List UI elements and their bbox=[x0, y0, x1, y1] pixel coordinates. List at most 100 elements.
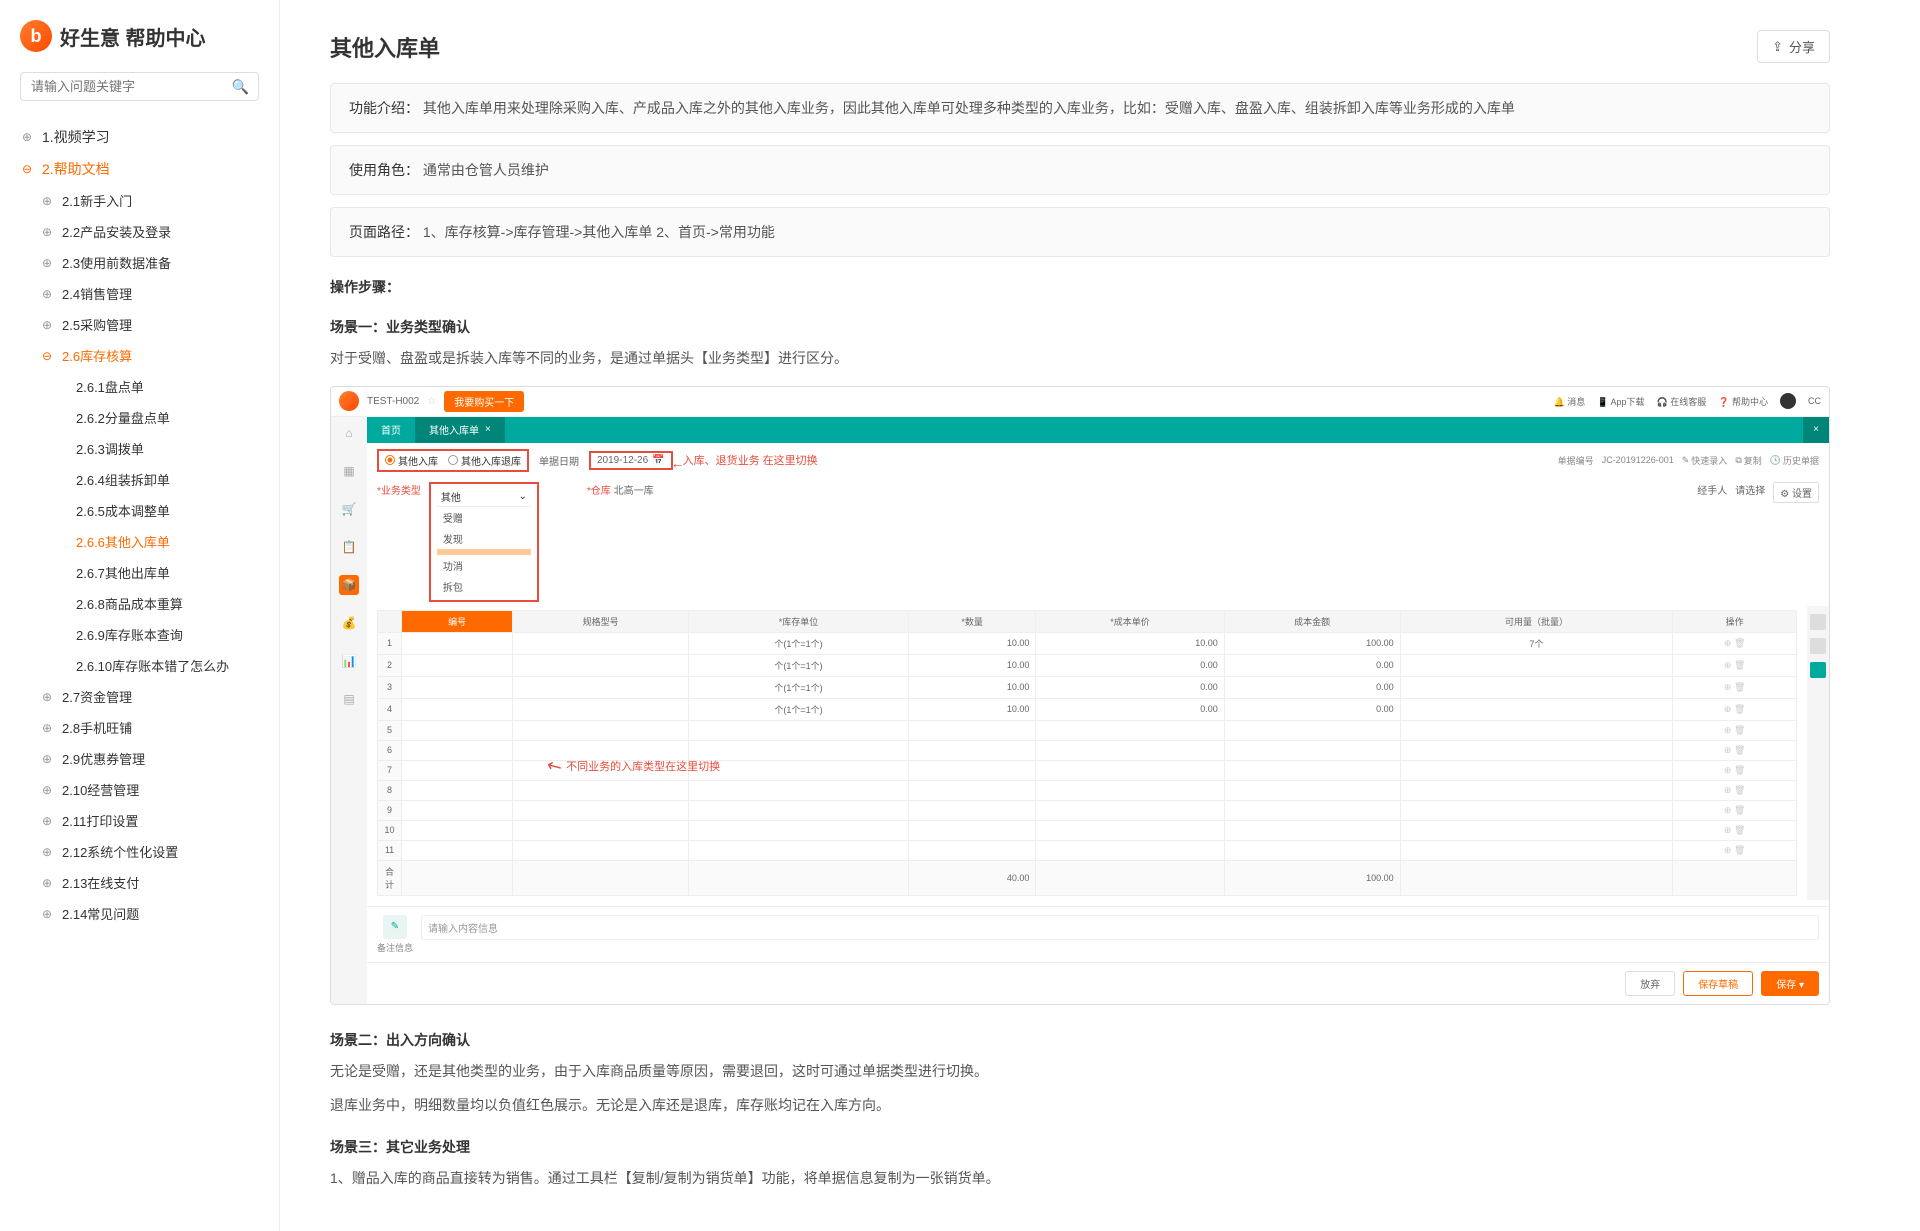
search-input[interactable] bbox=[20, 72, 259, 101]
ss-remark-row: ✎ 备注信息 请输入内容信息 bbox=[367, 906, 1829, 962]
nav-sub-213[interactable]: ⊕2.13在线支付 bbox=[40, 867, 259, 898]
nav-sub-25[interactable]: ⊕2.5采购管理 bbox=[40, 309, 259, 340]
ss-draft-button[interactable]: 保存草稿 bbox=[1683, 971, 1753, 996]
nav-sub-29[interactable]: ⊕2.9优惠券管理 bbox=[40, 743, 259, 774]
nav-sub-24[interactable]: ⊕2.4销售管理 bbox=[40, 278, 259, 309]
ss-top-help[interactable]: ❓ 帮助中心 bbox=[1718, 395, 1768, 408]
row-action-icons[interactable]: ⊕ 🗑 bbox=[1673, 720, 1797, 740]
ss-top-app[interactable]: 📱 App下载 bbox=[1597, 395, 1644, 408]
ss-leftnav: ⌂ ▦ 🛒 📋 📦 💰 📊 ▤ bbox=[331, 417, 367, 1004]
plus-icon: ⊕ bbox=[40, 876, 54, 890]
table-row-empty[interactable]: 11⊕ 🗑 bbox=[378, 840, 1797, 860]
nav-leaf-264[interactable]: 2.6.4组装拆卸单 bbox=[76, 464, 259, 495]
nav-leaf-261[interactable]: 2.6.1盘点单 bbox=[76, 371, 259, 402]
row-action-icons[interactable]: ⊕ 🗑 bbox=[1673, 840, 1797, 860]
ss-dd-opt-2[interactable]: 发现 bbox=[437, 528, 531, 549]
nav-sub-23[interactable]: ⊕2.3使用前数据准备 bbox=[40, 247, 259, 278]
ss-tab-active[interactable]: 其他入库单 × bbox=[415, 417, 505, 443]
nav-sub-22[interactable]: ⊕2.2产品安装及登录 bbox=[40, 216, 259, 247]
scene2-text1: 无论是受赠，还是其他类型的业务，由于入库商品质量等原因，需要退回，这时可通过单据… bbox=[330, 1060, 1830, 1084]
ss-dd-opt-4[interactable]: 拆包 bbox=[437, 576, 531, 597]
ss-biztype-dropdown[interactable]: 其他⌄ 受赠 发现 功消 拆包 bbox=[429, 482, 539, 602]
ss-link-quick[interactable]: ✎快速录入 bbox=[1682, 454, 1728, 467]
row-action-icons[interactable]: ⊕ 🗑 bbox=[1673, 780, 1797, 800]
table-row-empty[interactable]: 8⊕ 🗑 bbox=[378, 780, 1797, 800]
ss-op-val[interactable]: 请选择 bbox=[1735, 482, 1765, 497]
row-action-icons[interactable]: ⊕ 🗑 bbox=[1673, 820, 1797, 840]
ss-radio-return[interactable]: 其他入库退库 bbox=[448, 453, 521, 468]
nav-item-docs[interactable]: ⊖2.帮助文档 bbox=[20, 153, 259, 185]
nav-leaf-269[interactable]: 2.6.9库存账本查询 bbox=[76, 619, 259, 650]
money-icon[interactable]: 💰 bbox=[339, 613, 359, 633]
ss-tab-home[interactable]: 首页 bbox=[367, 417, 415, 443]
close-icon[interactable]: × bbox=[485, 424, 491, 435]
row-action-icons[interactable]: ⊕ 🗑 bbox=[1673, 654, 1797, 676]
table-row[interactable]: 2个(1个=1个)10.000.000.00⊕ 🗑 bbox=[378, 654, 1797, 676]
home-icon[interactable]: ⌂ bbox=[339, 423, 359, 443]
nav-sub-211[interactable]: ⊕2.11打印设置 bbox=[40, 805, 259, 836]
nav-sub-214[interactable]: ⊕2.14常见问题 bbox=[40, 898, 259, 929]
row-action-icons[interactable]: ⊕ 🗑 bbox=[1673, 632, 1797, 654]
grid-icon[interactable]: ▤ bbox=[339, 689, 359, 709]
plus-icon: ⊕ bbox=[40, 690, 54, 704]
ss-settings-button[interactable]: ⚙ 设置 bbox=[1773, 482, 1819, 503]
stock-icon[interactable]: 📦 bbox=[339, 575, 359, 595]
nav-leaf-266[interactable]: 2.6.6其他入库单 bbox=[76, 526, 259, 557]
ss-radio-in[interactable]: 其他入库 bbox=[385, 453, 438, 468]
table-row[interactable]: 1个(1个=1个)10.0010.00100.007个⊕ 🗑 bbox=[378, 632, 1797, 654]
table-row-empty[interactable]: 9⊕ 🗑 bbox=[378, 800, 1797, 820]
row-action-icons[interactable]: ⊕ 🗑 bbox=[1673, 740, 1797, 760]
th-price: *成本单价 bbox=[1036, 610, 1224, 632]
row-action-icons[interactable]: ⊕ 🗑 bbox=[1673, 800, 1797, 820]
nav-sub-212[interactable]: ⊕2.12系统个性化设置 bbox=[40, 836, 259, 867]
nav-sub-210[interactable]: ⊕2.10经营管理 bbox=[40, 774, 259, 805]
box-icon[interactable]: ▦ bbox=[339, 461, 359, 481]
table-row[interactable]: 3个(1个=1个)10.000.000.00⊕ 🗑 bbox=[378, 676, 1797, 698]
nav-leaf-268[interactable]: 2.6.8商品成本重算 bbox=[76, 588, 259, 619]
cart-icon[interactable]: 🛒 bbox=[339, 499, 359, 519]
share-button[interactable]: ⇪ 分享 bbox=[1757, 30, 1830, 63]
ss-link-copy[interactable]: ⧉复制 bbox=[1735, 454, 1761, 467]
ss-link-history[interactable]: 🕓历史单据 bbox=[1770, 454, 1819, 467]
nav-sub-21[interactable]: ⊕2.1新手入门 bbox=[40, 185, 259, 216]
nav-leaf-265[interactable]: 2.6.5成本调整单 bbox=[76, 495, 259, 526]
calendar-icon: 📅 bbox=[652, 455, 664, 466]
ss-cancel-button[interactable]: 放弃 bbox=[1625, 971, 1675, 996]
ss-remark-input[interactable]: 请输入内容信息 bbox=[421, 915, 1819, 940]
row-action-icons[interactable]: ⊕ 🗑 bbox=[1673, 676, 1797, 698]
ss-username: CC bbox=[1808, 396, 1821, 406]
plus-icon: ⊕ bbox=[40, 721, 54, 735]
ss-dd-opt-1[interactable]: 受赠 bbox=[437, 507, 531, 528]
ss-rb-2[interactable] bbox=[1810, 638, 1826, 654]
close-all-icon[interactable]: × bbox=[1803, 417, 1829, 443]
ss-top-msg[interactable]: 🔔 消息 bbox=[1554, 395, 1586, 408]
ss-date-label: 单据日期 bbox=[539, 453, 579, 468]
ss-billno: JC-20191226-001 bbox=[1602, 455, 1674, 465]
ss-dd-opt-3[interactable]: 功消 bbox=[437, 555, 531, 576]
table-row-empty[interactable]: 10⊕ 🗑 bbox=[378, 820, 1797, 840]
ss-radio-group: 其他入库 其他入库退库 bbox=[377, 449, 529, 472]
avatar-icon[interactable] bbox=[1780, 393, 1796, 409]
nav-leaf-2610[interactable]: 2.6.10库存账本错了怎么办 bbox=[76, 650, 259, 681]
ss-buy-button[interactable]: 我要购买一下 bbox=[444, 391, 524, 412]
ss-rb-1[interactable] bbox=[1810, 614, 1826, 630]
nav-leaf-262[interactable]: 2.6.2分量盘点单 bbox=[76, 402, 259, 433]
row-action-icons[interactable]: ⊕ 🗑 bbox=[1673, 698, 1797, 720]
nav-leaf-267[interactable]: 2.6.7其他出库单 bbox=[76, 557, 259, 588]
table-row-empty[interactable]: 5⊕ 🗑 bbox=[378, 720, 1797, 740]
nav-sub-27[interactable]: ⊕2.7资金管理 bbox=[40, 681, 259, 712]
nav-sub-26[interactable]: ⊖2.6库存核算 bbox=[40, 340, 259, 371]
table-row[interactable]: 4个(1个=1个)10.000.000.00⊕ 🗑 bbox=[378, 698, 1797, 720]
ss-rb-3[interactable] bbox=[1810, 662, 1826, 678]
ss-date-field[interactable]: 2019-12-26 📅 ← bbox=[589, 451, 673, 470]
nav-item-video[interactable]: ⊕1.视频学习 bbox=[20, 121, 259, 153]
chart-icon[interactable]: 📊 bbox=[339, 651, 359, 671]
search-icon[interactable]: 🔍 bbox=[232, 78, 249, 95]
ss-annotation-2: 不同业务的入库类型在这里切换 bbox=[566, 758, 720, 774]
ss-top-cs[interactable]: 🎧 在线客服 bbox=[1657, 395, 1707, 408]
nav-leaf-263[interactable]: 2.6.3调拨单 bbox=[76, 433, 259, 464]
clipboard-icon[interactable]: 📋 bbox=[339, 537, 359, 557]
nav-sub-28[interactable]: ⊕2.8手机旺铺 bbox=[40, 712, 259, 743]
row-action-icons[interactable]: ⊕ 🗑 bbox=[1673, 760, 1797, 780]
ss-save-button[interactable]: 保存 ▾ bbox=[1761, 971, 1819, 996]
